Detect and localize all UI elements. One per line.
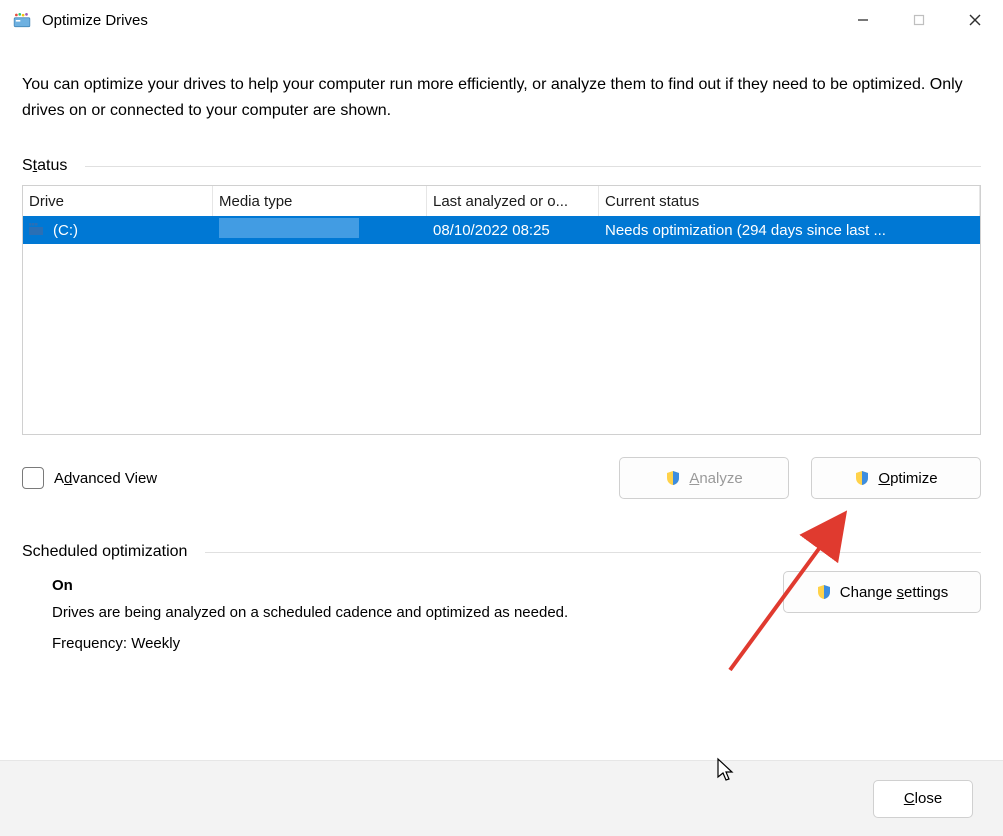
close-button[interactable] <box>947 0 1003 40</box>
optimize-button[interactable]: Optimize <box>811 457 981 499</box>
analyze-button[interactable]: Analyze <box>619 457 789 499</box>
title-bar: Optimize Drives <box>0 0 1003 40</box>
minimize-button[interactable] <box>835 0 891 40</box>
content-area: You can optimize your drives to help you… <box>0 40 1003 666</box>
scheduled-desc: Drives are being analyzed on a scheduled… <box>52 604 783 621</box>
drive-row-label: (C:) <box>53 222 78 239</box>
scheduled-freq: Frequency: Weekly <box>52 635 783 652</box>
col-last[interactable]: Last analyzed or o... <box>427 186 599 216</box>
close-label: Close <box>904 790 942 807</box>
advanced-view-checkbox[interactable]: Advanced View <box>22 467 157 489</box>
advanced-view-label: Advanced View <box>54 470 157 487</box>
col-drive[interactable]: Drive <box>23 186 213 216</box>
scheduled-label: Scheduled optimization <box>22 543 205 561</box>
scheduled-body: On Drives are being analyzed on a schedu… <box>22 571 981 666</box>
app-icon <box>12 10 32 30</box>
checkbox-icon <box>22 467 44 489</box>
drive-row-last: 08/10/2022 08:25 <box>427 222 599 239</box>
col-status[interactable]: Current status <box>599 186 980 216</box>
drive-icon <box>29 223 47 237</box>
maximize-button[interactable] <box>891 0 947 40</box>
shield-icon <box>816 584 832 600</box>
analyze-label: Analyze <box>689 470 742 487</box>
dialog-footer: Close <box>0 760 1003 836</box>
header-rule <box>205 552 981 553</box>
drives-list[interactable]: Drive Media type Last analyzed or o... C… <box>22 185 981 435</box>
status-section-header: Status <box>22 157 981 175</box>
close-dialog-button[interactable]: Close <box>873 780 973 818</box>
under-list-controls: Advanced View Analyze Optimize <box>22 457 981 499</box>
change-settings-button[interactable]: Change settings <box>783 571 981 613</box>
scheduled-state: On <box>52 577 783 594</box>
window-controls <box>835 0 1003 40</box>
intro-text: You can optimize your drives to help you… <box>22 72 981 123</box>
column-headers[interactable]: Drive Media type Last analyzed or o... C… <box>23 186 980 216</box>
shield-icon <box>665 470 681 486</box>
window-title: Optimize Drives <box>42 12 835 29</box>
drive-row[interactable]: (C:) 08/10/2022 08:25 Needs optimization… <box>23 216 980 244</box>
status-label: Status <box>22 157 85 175</box>
col-media[interactable]: Media type <box>213 186 427 216</box>
change-settings-label: Change settings <box>840 584 948 601</box>
optimize-label: Optimize <box>878 470 937 487</box>
scheduled-section-header: Scheduled optimization <box>22 543 981 561</box>
drive-row-status: Needs optimization (294 days since last … <box>599 222 980 239</box>
shield-icon <box>854 470 870 486</box>
media-redacted <box>219 218 359 238</box>
header-rule <box>85 166 981 167</box>
